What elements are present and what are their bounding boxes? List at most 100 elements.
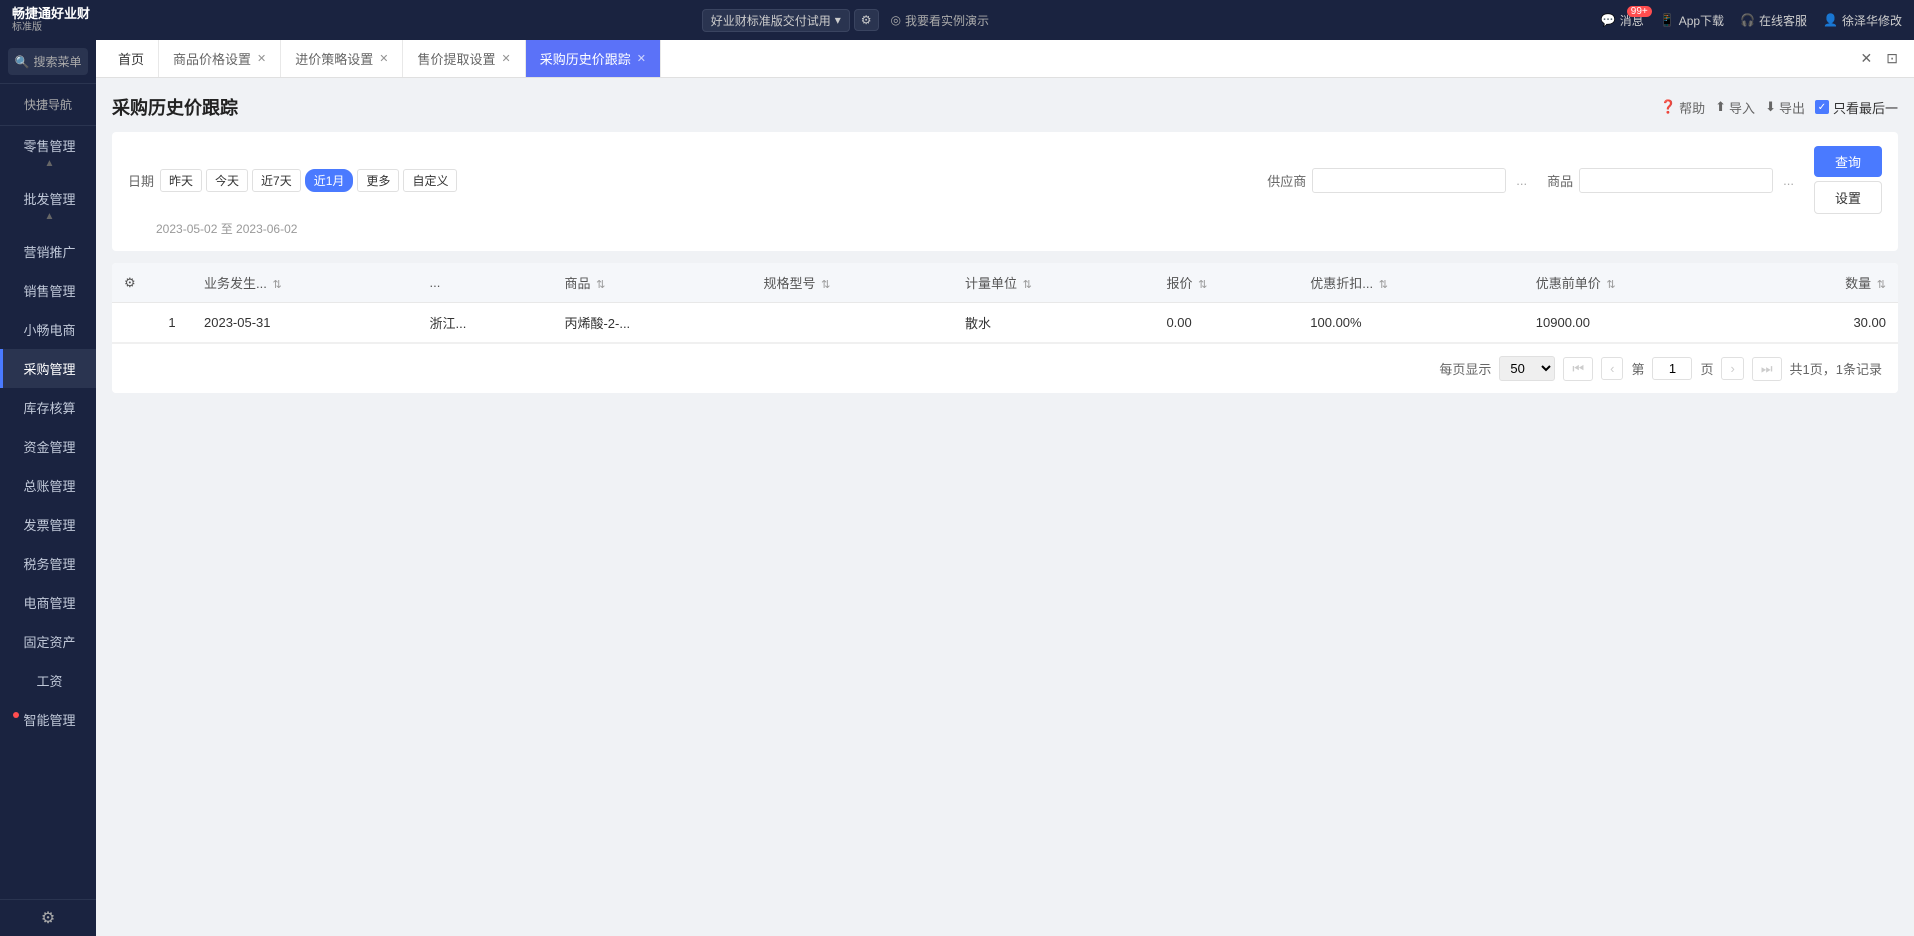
col-date-label: 业务发生...: [204, 276, 267, 291]
sidebar-item-retail[interactable]: 零售管理 ▲: [0, 126, 96, 179]
next-page-button[interactable]: ›: [1721, 357, 1743, 380]
sidebar-item-label: 小畅电商: [23, 320, 75, 339]
sidebar-item-sales[interactable]: 销售管理: [0, 271, 96, 310]
expand-tab-button[interactable]: ⊡: [1882, 48, 1902, 69]
help-label: 帮助: [1679, 98, 1705, 117]
user-menu-button[interactable]: 👤 徐泽华修改: [1823, 12, 1902, 29]
sidebar: 🔍 搜索菜单 快捷导航 零售管理 ▲ 批发管理 ▲ 营销推广 销售管理 小畅电商: [0, 40, 96, 936]
col-quoted-price: 报价 ⇅: [1154, 263, 1298, 303]
close-tab-button[interactable]: ✕: [1857, 48, 1877, 69]
cell-quantity: 30.00: [1754, 303, 1898, 343]
sort-icon[interactable]: ⇅: [596, 279, 605, 291]
goods-dots-icon[interactable]: ...: [1779, 173, 1798, 188]
sidebar-gear-icon[interactable]: ⚙: [41, 908, 55, 928]
sort-icon[interactable]: ⇅: [1379, 279, 1388, 291]
main-layout: 🔍 搜索菜单 快捷导航 零售管理 ▲ 批发管理 ▲ 营销推广 销售管理 小畅电商: [0, 40, 1914, 936]
tab-price-extract[interactable]: 售价提取设置 ✕: [403, 40, 525, 77]
sort-icon[interactable]: ⇅: [1023, 279, 1032, 291]
close-tab-purchase-strategy[interactable]: ✕: [379, 52, 388, 65]
sidebar-item-fixed-assets[interactable]: 固定资产: [0, 622, 96, 661]
close-tab-price-extract[interactable]: ✕: [502, 52, 511, 65]
data-table: ⚙ 业务发生... ⇅ ... 商品: [112, 263, 1898, 343]
help-icon: ❓: [1660, 99, 1676, 115]
date-last1m-btn[interactable]: 近1月: [305, 169, 354, 192]
table-header: ⚙ 业务发生... ⇅ ... 商品: [112, 263, 1898, 303]
first-page-button[interactable]: ⏮: [1563, 357, 1593, 381]
action-buttons: 查询 设置: [1814, 146, 1882, 214]
sidebar-item-smart[interactable]: 智能管理: [0, 700, 96, 739]
import-icon: ⬆: [1715, 99, 1726, 115]
sidebar-item-tax[interactable]: 税务管理: [0, 544, 96, 583]
sidebar-item-small-ecommerce[interactable]: 小畅电商: [0, 310, 96, 349]
close-tab-purchase-history[interactable]: ✕: [637, 52, 646, 65]
close-tab-goods-price[interactable]: ✕: [257, 52, 266, 65]
date-today-btn[interactable]: 今天: [206, 169, 248, 192]
col-more-label: ...: [430, 275, 441, 290]
sidebar-item-salary[interactable]: 工资: [0, 661, 96, 700]
sidebar-item-wholesale[interactable]: 批发管理 ▲: [0, 179, 96, 232]
sort-icon[interactable]: ⇅: [272, 279, 281, 291]
supplier-dots-icon[interactable]: ...: [1512, 173, 1531, 188]
message-button[interactable]: 💬 消息 99+: [1601, 12, 1644, 29]
tab-purchase-strategy[interactable]: 进价策略设置 ✕: [281, 40, 403, 77]
sort-icon[interactable]: ⇅: [1606, 279, 1615, 291]
goods-input[interactable]: [1579, 168, 1773, 193]
cell-date: 2023-05-31: [192, 303, 418, 343]
sidebar-item-ledger[interactable]: 总账管理: [0, 466, 96, 505]
sidebar-item-purchase[interactable]: 采购管理: [0, 349, 96, 388]
page-actions: ❓ 帮助 ⬆ 导入 ⬇ 导出 只看最后一: [1660, 98, 1898, 117]
cell-gear: [112, 303, 152, 343]
tab-home[interactable]: 首页: [104, 40, 159, 77]
col-date: 业务发生... ⇅: [192, 263, 418, 303]
export-link[interactable]: ⬇ 导出: [1765, 98, 1805, 117]
sidebar-item-ecommerce[interactable]: 电商管理: [0, 583, 96, 622]
date-custom-btn[interactable]: 自定义: [403, 169, 457, 192]
app-download-label: App下载: [1679, 12, 1724, 29]
col-discount-label: 优惠折扣...: [1310, 276, 1373, 291]
app-download-button[interactable]: 📱 App下载: [1660, 12, 1724, 29]
online-service-button[interactable]: 🎧 在线客服: [1740, 12, 1807, 29]
per-page-select[interactable]: 50 10 20 100: [1499, 356, 1555, 381]
date-range-display: 2023-05-02 至 2023-06-02: [156, 220, 1882, 237]
tab-price-extract-label: 售价提取设置: [417, 49, 495, 68]
only-last-checkbox-label[interactable]: 只看最后一: [1815, 98, 1898, 117]
help-link[interactable]: ❓ 帮助: [1660, 98, 1705, 117]
sort-icon[interactable]: ⇅: [1198, 279, 1207, 291]
search-menu-button[interactable]: 🔍 搜索菜单: [8, 48, 88, 75]
supplier-input[interactable]: [1312, 168, 1506, 193]
sidebar-item-invoice[interactable]: 发票管理: [0, 505, 96, 544]
col-goods-label: 商品: [564, 276, 590, 291]
sort-icon[interactable]: ⇅: [1877, 279, 1886, 291]
settings-button[interactable]: 设置: [1814, 181, 1882, 214]
tab-goods-price-label: 商品价格设置: [173, 49, 251, 68]
only-last-checkbox[interactable]: [1815, 100, 1829, 114]
col-more: ...: [418, 263, 553, 303]
cell-quoted-price: 0.00: [1154, 303, 1298, 343]
import-link[interactable]: ⬆ 导入: [1715, 98, 1755, 117]
tab-purchase-history[interactable]: 采购历史价跟踪 ✕: [526, 40, 661, 77]
version-selector[interactable]: 好业财标准版交付试用 ▾: [702, 9, 850, 32]
version-label: 好业财标准版交付试用: [711, 12, 831, 29]
cell-discount: 100.00%: [1298, 303, 1524, 343]
tab-home-label: 首页: [118, 49, 144, 68]
query-button[interactable]: 查询: [1814, 146, 1882, 177]
topbar-gear-button[interactable]: ⚙: [854, 9, 879, 31]
goods-filter: 商品 ...: [1547, 168, 1798, 193]
date-buttons: 昨天 今天 近7天 近1月 更多 自定义: [160, 169, 457, 192]
demo-button[interactable]: ◎ 我要看实例演示: [891, 12, 990, 29]
last-page-button[interactable]: ⏭: [1752, 357, 1782, 381]
sidebar-item-finance[interactable]: 资金管理: [0, 427, 96, 466]
top-bar: 畅捷通好业财 标准版 好业财标准版交付试用 ▾ ⚙ ◎ 我要看实例演示 💬 消息…: [0, 0, 1914, 40]
sidebar-item-marketing[interactable]: 营销推广: [0, 232, 96, 271]
tab-goods-price[interactable]: 商品价格设置 ✕: [159, 40, 281, 77]
sort-icon[interactable]: ⇅: [821, 279, 830, 291]
cell-unit: 散水: [953, 303, 1155, 343]
date-yesterday-btn[interactable]: 昨天: [160, 169, 202, 192]
gear-icon[interactable]: ⚙: [124, 275, 136, 290]
prev-page-button[interactable]: ‹: [1601, 357, 1623, 380]
date-last7-btn[interactable]: 近7天: [252, 169, 301, 192]
date-more-btn[interactable]: 更多: [357, 169, 399, 192]
page-number-input[interactable]: [1652, 357, 1692, 380]
quick-nav-button[interactable]: 快捷导航: [0, 90, 96, 119]
sidebar-item-inventory[interactable]: 库存核算: [0, 388, 96, 427]
